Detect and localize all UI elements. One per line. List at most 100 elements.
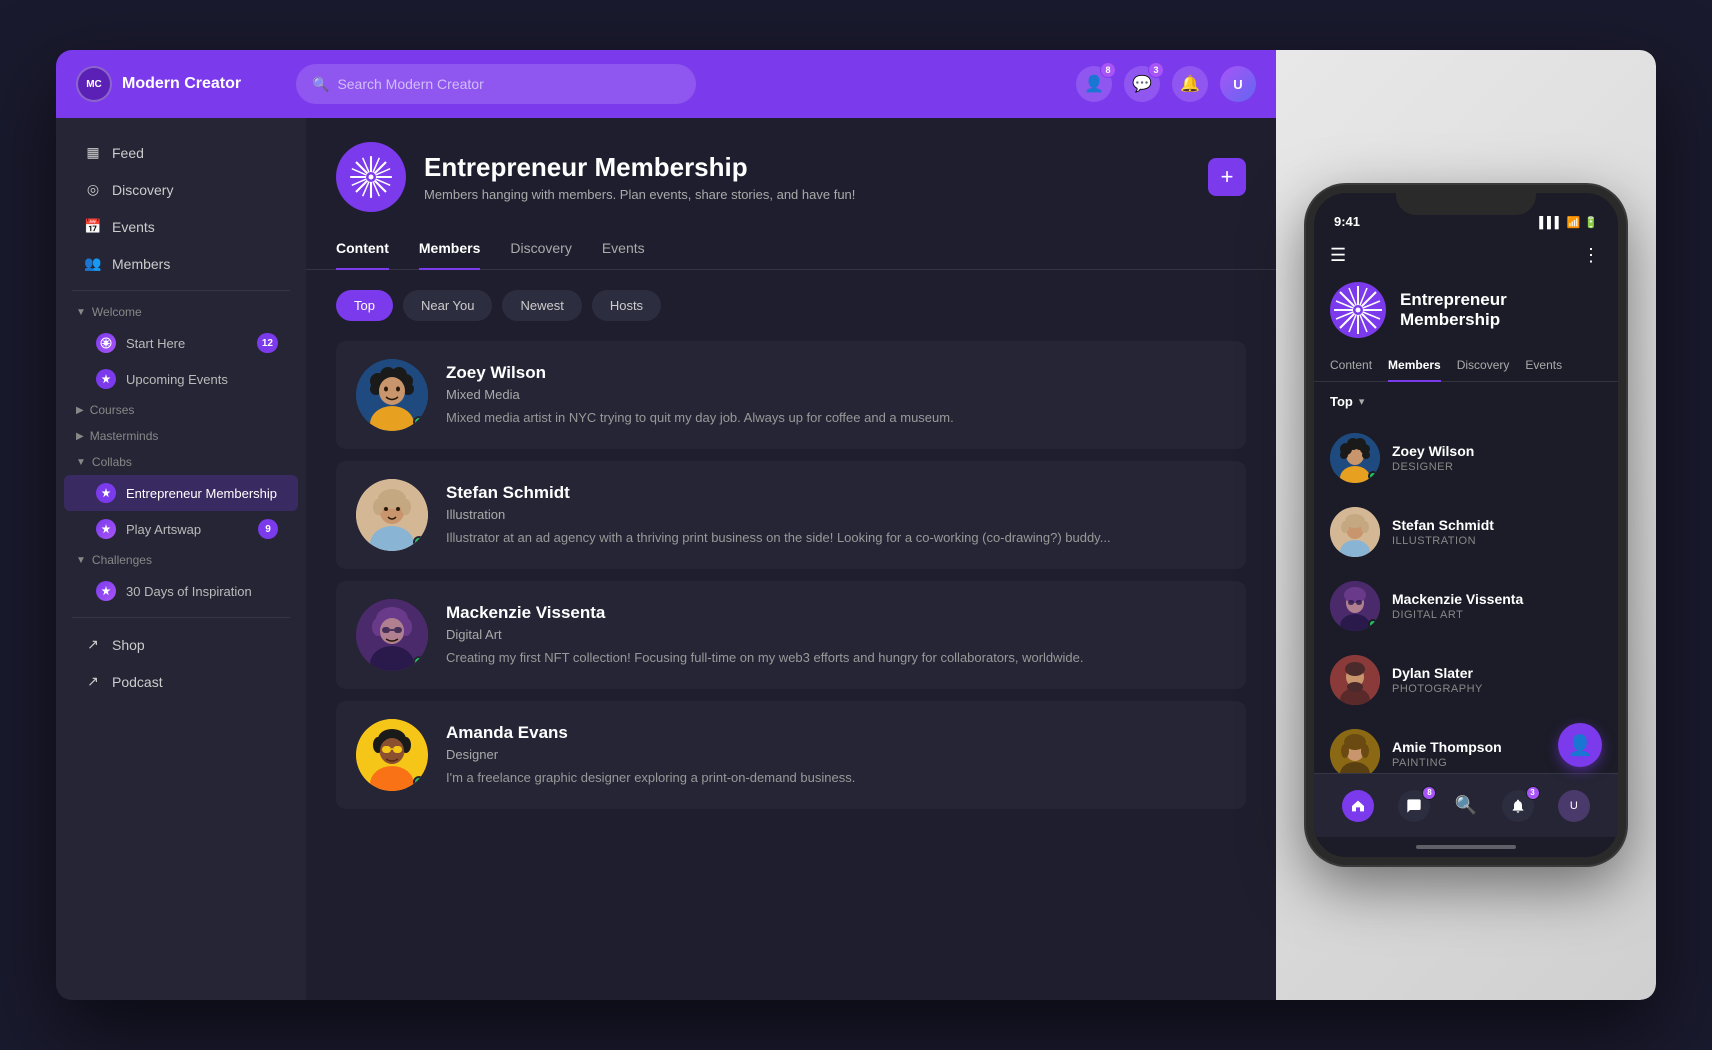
content-panel: Entrepreneur Membership Members hanging … xyxy=(306,118,1276,1000)
phone-bottom-notifications[interactable]: 3 xyxy=(1502,790,1534,822)
phone-member-name: Stefan Schmidt xyxy=(1392,517,1602,533)
phone-community-name: Entrepreneur Membership xyxy=(1400,290,1507,331)
brand-name: Modern Creator xyxy=(122,75,241,93)
phone-tabs: Content Members Discovery Events xyxy=(1314,350,1618,382)
member-card[interactable]: Stefan Schmidt Illustration Illustrator … xyxy=(336,461,1246,569)
filter-near-you[interactable]: Near You xyxy=(403,290,493,321)
search-input[interactable] xyxy=(337,76,680,92)
phone-member-item[interactable]: Dylan Slater PHOTOGRAPHY xyxy=(1314,643,1618,717)
sidebar-item-shop[interactable]: ↗ Shop xyxy=(64,626,298,663)
phone-member-avatar-mackenzie xyxy=(1330,581,1380,631)
member-card[interactable]: Zoey Wilson Mixed Media Mixed media arti… xyxy=(336,341,1246,449)
phone-member-name: Mackenzie Vissenta xyxy=(1392,591,1602,607)
signal-icon: ▌▌▌ xyxy=(1539,217,1562,229)
sidebar-item-30-days[interactable]: 30 Days of Inspiration xyxy=(64,573,298,609)
notifications-button[interactable]: 🔔 xyxy=(1172,66,1208,102)
section-courses[interactable]: ▶ Courses xyxy=(56,397,306,423)
connections-button[interactable]: 👤 8 xyxy=(1076,66,1112,102)
search-bar[interactable]: 🔍 xyxy=(296,64,696,104)
navbar-right: 👤 8 💬 3 🔔 U xyxy=(1076,66,1256,102)
tab-events[interactable]: Events xyxy=(602,228,645,270)
sidebar-divider-2 xyxy=(72,617,290,618)
messages-button[interactable]: 💬 3 xyxy=(1124,66,1160,102)
community-name: Entrepreneur Membership xyxy=(424,152,1190,183)
tab-discovery[interactable]: Discovery xyxy=(510,228,571,270)
wifi-icon: 📶 xyxy=(1567,216,1581,229)
sidebar-item-start-here[interactable]: Start Here 12 xyxy=(64,325,298,361)
section-collabs[interactable]: ▼ Collabs xyxy=(56,449,306,475)
welcome-arrow: ▼ xyxy=(76,307,86,318)
phone-member-item[interactable]: Stefan Schmidt ILLUSTRATION xyxy=(1314,495,1618,569)
sidebar-label-discovery: Discovery xyxy=(112,182,173,198)
section-welcome[interactable]: ▼ Welcome xyxy=(56,299,306,325)
section-masterminds[interactable]: ▶ Masterminds xyxy=(56,423,306,449)
phone-member-item[interactable]: Zoey Wilson DESIGNER xyxy=(1314,421,1618,495)
phone-filter-label[interactable]: Top xyxy=(1330,394,1353,409)
tab-members[interactable]: Members xyxy=(419,228,480,270)
online-dot xyxy=(413,536,425,548)
collabs-arrow: ▼ xyxy=(76,457,86,468)
add-button[interactable]: + xyxy=(1208,158,1246,196)
member-bio: Illustrator at an ad agency with a thriv… xyxy=(446,528,1226,548)
phone-tab-members[interactable]: Members xyxy=(1388,350,1441,382)
phone-tab-content[interactable]: Content xyxy=(1330,350,1372,382)
main-content: ▦ Feed ◎ Discovery 📅 Events 👥 Members xyxy=(56,118,1276,1000)
more-options-icon[interactable]: ⋮ xyxy=(1582,245,1602,266)
sidebar-item-events[interactable]: 📅 Events xyxy=(64,208,298,245)
masterminds-arrow: ▶ xyxy=(76,431,84,442)
phone-notch xyxy=(1396,193,1536,215)
section-courses-label: Courses xyxy=(90,403,135,417)
sidebar-item-discovery[interactable]: ◎ Discovery xyxy=(64,171,298,208)
phone-tab-discovery[interactable]: Discovery xyxy=(1457,350,1510,382)
member-card[interactable]: Mackenzie Vissenta Digital Art Creating … xyxy=(336,581,1246,689)
sidebar-item-podcast[interactable]: ↗ Podcast xyxy=(64,663,298,700)
user-avatar-icon: U xyxy=(1558,790,1590,822)
phone-member-item[interactable]: Mackenzie Vissenta DIGITAL ART xyxy=(1314,569,1618,643)
section-welcome-label: Welcome xyxy=(92,305,142,319)
members-icon: 👥 xyxy=(84,255,102,272)
notifications-badge: 3 xyxy=(1526,786,1540,800)
podcast-icon: ↗ xyxy=(84,673,102,690)
section-challenges[interactable]: ▼ Challenges xyxy=(56,547,306,573)
sidebar-item-entrepreneur[interactable]: Entrepreneur Membership xyxy=(64,475,298,511)
phone-member-name: Zoey Wilson xyxy=(1392,443,1602,459)
phone-home-indicator xyxy=(1314,837,1618,857)
phone-fab-button[interactable]: 👤 xyxy=(1558,723,1602,767)
sidebar-label-feed: Feed xyxy=(112,145,144,161)
sidebar-item-upcoming-events[interactable]: Upcoming Events xyxy=(64,361,298,397)
member-bio: Creating my first NFT collection! Focusi… xyxy=(446,648,1226,668)
phone-bottom-home[interactable] xyxy=(1342,790,1374,822)
tab-content[interactable]: Content xyxy=(336,228,389,270)
hamburger-icon[interactable]: ☰ xyxy=(1330,245,1346,266)
phone-member-name: Dylan Slater xyxy=(1392,665,1602,681)
community-tagline: Members hanging with members. Plan event… xyxy=(424,187,1190,202)
sidebar-item-members[interactable]: 👥 Members xyxy=(64,245,298,282)
phone-bottom-avatar[interactable]: U xyxy=(1558,790,1590,822)
filter-hosts[interactable]: Hosts xyxy=(592,290,661,321)
phone-tab-events[interactable]: Events xyxy=(1525,350,1562,382)
battery-icon: 🔋 xyxy=(1584,216,1598,229)
member-card[interactable]: Amanda Evans Designer I'm a freelance gr… xyxy=(336,701,1246,809)
phone-member-role: DESIGNER xyxy=(1392,461,1602,473)
phone-members-list: Zoey Wilson DESIGNER xyxy=(1314,421,1618,773)
online-dot xyxy=(413,416,425,428)
member-avatar-zoey xyxy=(356,359,428,431)
phone-bottom-messages[interactable]: 8 xyxy=(1398,790,1430,822)
play-artswap-icon xyxy=(96,519,116,539)
section-collabs-label: Collabs xyxy=(92,455,132,469)
user-avatar[interactable]: U xyxy=(1220,66,1256,102)
member-bio: I'm a freelance graphic designer explori… xyxy=(446,768,1226,788)
filter-newest[interactable]: Newest xyxy=(502,290,581,321)
sidebar-label-members: Members xyxy=(112,256,170,272)
member-info: Mackenzie Vissenta Digital Art Creating … xyxy=(446,603,1226,668)
phone-bottom-search[interactable]: 🔍 xyxy=(1455,795,1477,816)
phone-member-avatar-amie xyxy=(1330,729,1380,773)
sidebar-item-play-artswap[interactable]: Play Artswap 9 xyxy=(64,511,298,547)
sidebar-item-feed[interactable]: ▦ Feed xyxy=(64,134,298,171)
phone-frame: 9:41 ▌▌▌ 📶 🔋 ☰ ⋮ xyxy=(1306,185,1626,865)
filter-top[interactable]: Top xyxy=(336,290,393,321)
filter-row: Top Near You Newest Hosts xyxy=(306,270,1276,341)
desktop-app: MC Modern Creator 🔍 👤 8 💬 3 🔔 xyxy=(56,50,1276,1000)
phone-member-info: Dylan Slater PHOTOGRAPHY xyxy=(1392,665,1602,695)
filter-dropdown-icon[interactable]: ▾ xyxy=(1359,395,1365,408)
